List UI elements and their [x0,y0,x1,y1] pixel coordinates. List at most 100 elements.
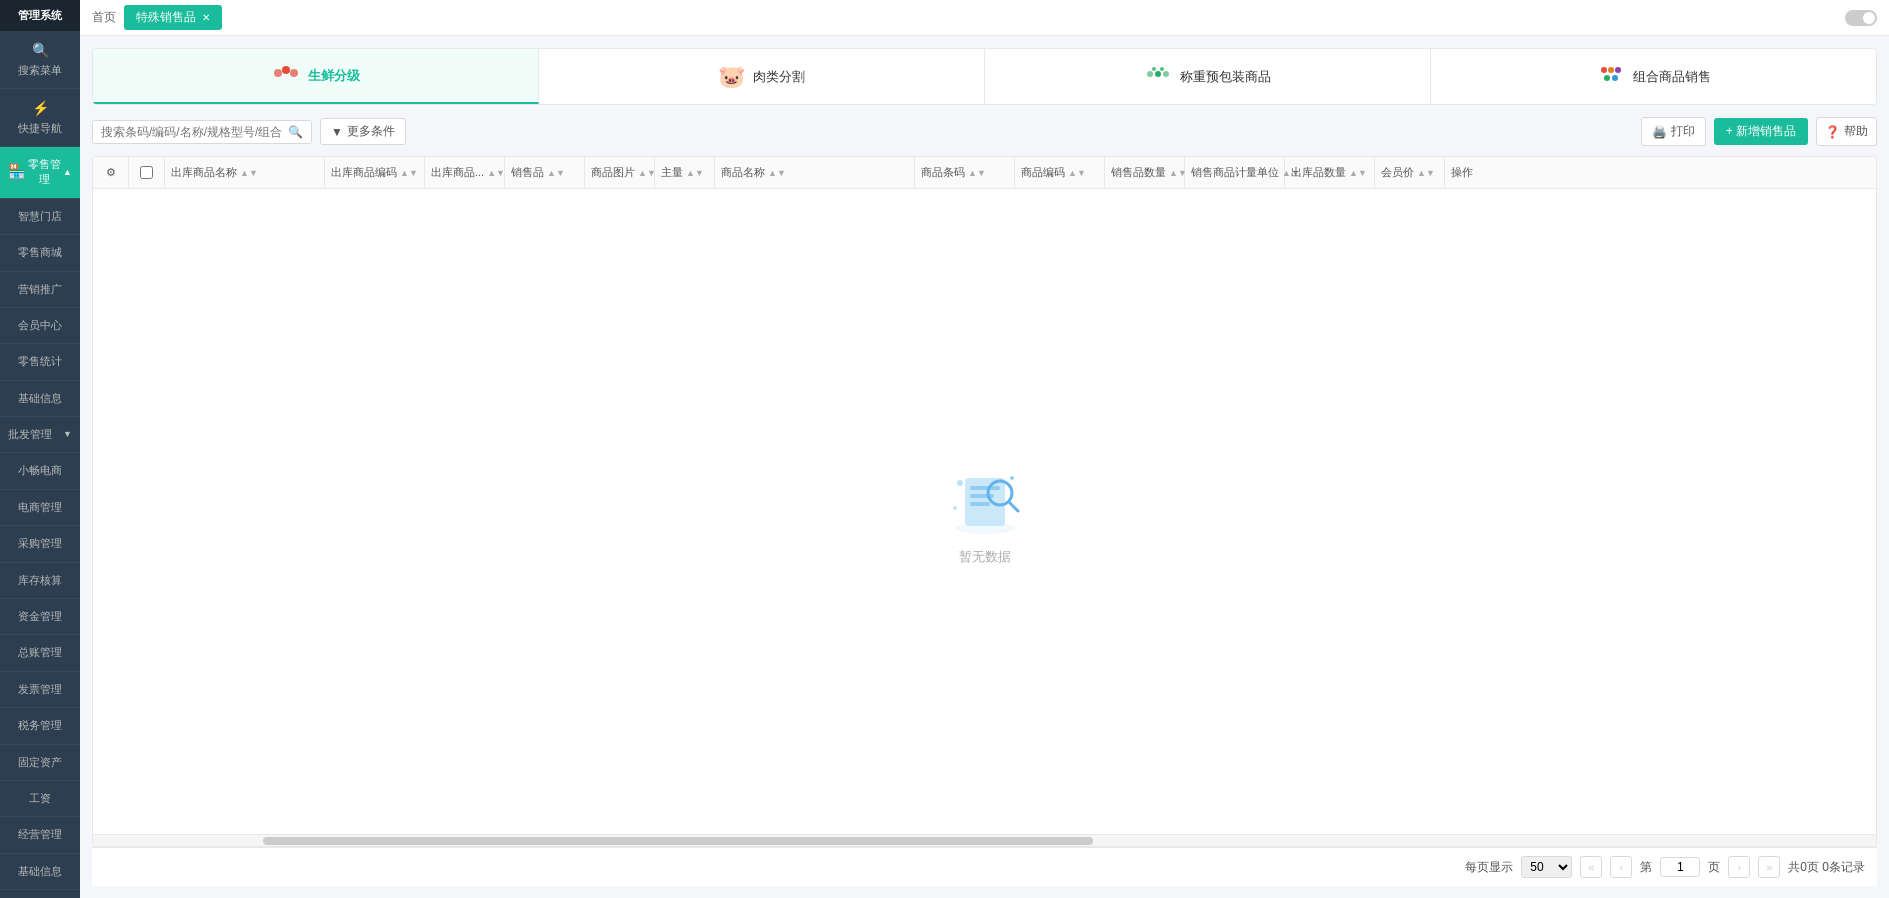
sidebar-item-label: 总账管理 [18,645,62,660]
tab-label: 肉类分割 [753,68,805,86]
th-checkbox[interactable] [129,157,165,188]
sort-icon[interactable]: ▲▼ [240,168,258,178]
sidebar-item-label: 零售商城 [18,245,62,260]
toggle-switch[interactable] [1845,10,1877,26]
sort-icon[interactable]: ▲▼ [1417,168,1435,178]
filter-icon: ▼ [331,125,343,139]
th-good-name: 商品名称 ▲▼ [715,157,915,188]
tab-label: 特殊销售品 [136,9,196,26]
tab-label: 称重预包装商品 [1180,68,1271,86]
sidebar-item-invoice[interactable]: 发票管理 [0,672,80,708]
sidebar-item-label: 采购管理 [18,536,62,551]
th-wh-code: 出库商品编码 ▲▼ [325,157,425,188]
th-op: 操作 [1445,157,1876,188]
sort-icon[interactable]: ▲▼ [686,168,704,178]
th-settings[interactable]: ⚙ [93,157,129,188]
sidebar-item-basic-info[interactable]: 基础信息 [0,381,80,417]
svg-point-10 [1615,67,1621,73]
sort-icon[interactable]: ▲▼ [487,168,505,178]
next-page-button[interactable]: › [1728,856,1750,878]
svg-point-8 [1601,67,1607,73]
print-button[interactable]: 🖨️ 打印 [1641,117,1706,146]
th-main: 主量 ▲▼ [655,157,715,188]
sort-icon[interactable]: ▲▼ [547,168,565,178]
sidebar-item-wholesale-mgmt[interactable]: 批发管理 ▼ [0,417,80,453]
help-button[interactable]: ❓ 帮助 [1816,117,1877,146]
fresh-grade-icon [272,63,300,88]
sidebar-item-finance[interactable]: 资金管理 [0,599,80,635]
help-icon: ❓ [1825,125,1840,139]
prev-page-button[interactable]: ‹ [1610,856,1632,878]
sidebar-item-wages[interactable]: 工资 [0,781,80,817]
tab-fresh-grade[interactable]: 生鲜分级 [93,49,539,104]
per-page-label: 每页显示 [1465,859,1513,876]
th-barcode: 商品条码 ▲▼ [915,157,1015,188]
th-edit-code: 商品编码 ▲▼ [1015,157,1105,188]
print-icon: 🖨️ [1652,125,1667,139]
sort-icon[interactable]: ▲▼ [768,168,786,178]
sidebar-item-retail-mgmt[interactable]: 🏪 零售管理 ▲ [0,147,80,199]
sidebar-item-fixed-assets[interactable]: 固定资产 [0,745,80,781]
sidebar-item-basic-info2[interactable]: 基础信息 [0,854,80,890]
sidebar-item-search[interactable]: 🔍 搜索菜单 [0,31,80,89]
svg-point-22 [953,506,957,510]
combo-icon [1597,64,1625,89]
svg-point-0 [274,69,282,77]
svg-point-12 [1612,75,1618,81]
sidebar-item-label: 零售统计 [18,354,62,369]
sidebar-item-mini-shop[interactable]: 小畅电商 [0,453,80,489]
tab-close-icon[interactable]: ✕ [202,12,210,23]
search-box[interactable]: 🔍 [92,120,312,144]
svg-point-11 [1604,75,1610,81]
sidebar-item-inventory[interactable]: 库存核算 [0,563,80,599]
per-page-select[interactable]: 10 20 50 100 [1521,856,1572,878]
topbar: 首页 特殊销售品 ✕ [80,0,1889,36]
tab-meat-cut[interactable]: 🐷 肉类分割 [539,49,985,104]
sidebar-item-label: 智慧门店 [18,209,62,224]
sidebar-item-retail-mall[interactable]: 零售商城 [0,235,80,271]
topbar-right [1845,10,1877,26]
sidebar-item-label: 批发管理 [8,427,52,442]
tab-combo[interactable]: 组合商品销售 [1431,49,1876,104]
sidebar-item-tax[interactable]: 税务管理 [0,708,80,744]
sidebar-item-purchase[interactable]: 采购管理 [0,526,80,562]
sidebar-item-smart-store[interactable]: 智慧门店 [0,199,80,235]
tab-weigh-pkg[interactable]: 称重预包装商品 [985,49,1431,104]
horizontal-scrollbar[interactable] [93,834,1876,846]
filter-button[interactable]: ▼ 更多条件 [320,118,406,145]
topbar-active-tab[interactable]: 特殊销售品 ✕ [124,5,222,30]
home-link[interactable]: 首页 [92,9,116,26]
scroll-thumb[interactable] [263,837,1093,845]
sort-icon[interactable]: ▲▼ [1068,168,1086,178]
content-area: 生鲜分级 🐷 肉类分割 称重预包装商品 [80,36,1889,898]
sidebar-item-label: 基础信息 [18,391,62,406]
tab-label: 组合商品销售 [1633,68,1711,86]
sidebar-item-sys-mgmt[interactable]: 系统管理 [0,890,80,898]
sort-icon[interactable]: ▲▼ [1349,168,1367,178]
sort-icon[interactable]: ▲▼ [400,168,418,178]
last-page-button[interactable]: » [1758,856,1780,878]
sidebar-item-quicknav[interactable]: ⚡ 快捷导航 [0,89,80,147]
tab-label: 生鲜分级 [308,67,360,85]
sidebar-item-ecommerce[interactable]: 电商管理 [0,490,80,526]
th-member-price: 会员价 ▲▼ [1375,157,1445,188]
sidebar-item-ops-mgmt[interactable]: 经营管理 [0,817,80,853]
search-menu-icon: 🔍 [32,41,49,61]
svg-point-9 [1608,67,1614,73]
toolbar-right: 🖨️ 打印 + 新增销售品 ❓ 帮助 [1641,117,1877,146]
sort-icon[interactable]: ▲▼ [968,168,986,178]
sidebar-item-member[interactable]: 会员中心 [0,308,80,344]
add-button[interactable]: + 新增销售品 [1714,118,1808,145]
print-label: 打印 [1671,123,1695,140]
page-input[interactable] [1660,857,1700,877]
search-input[interactable] [101,125,284,139]
svg-rect-15 [970,486,1000,490]
select-all-checkbox[interactable] [140,166,153,179]
sidebar-item-marketing[interactable]: 营销推广 [0,272,80,308]
sort-icon[interactable]: ▲▼ [638,168,656,178]
svg-point-2 [290,69,298,77]
sidebar-item-retail-stats[interactable]: 零售统计 [0,344,80,380]
sidebar-item-ledger[interactable]: 总账管理 [0,635,80,671]
sidebar-item-label: 发票管理 [18,682,62,697]
first-page-button[interactable]: « [1580,856,1602,878]
